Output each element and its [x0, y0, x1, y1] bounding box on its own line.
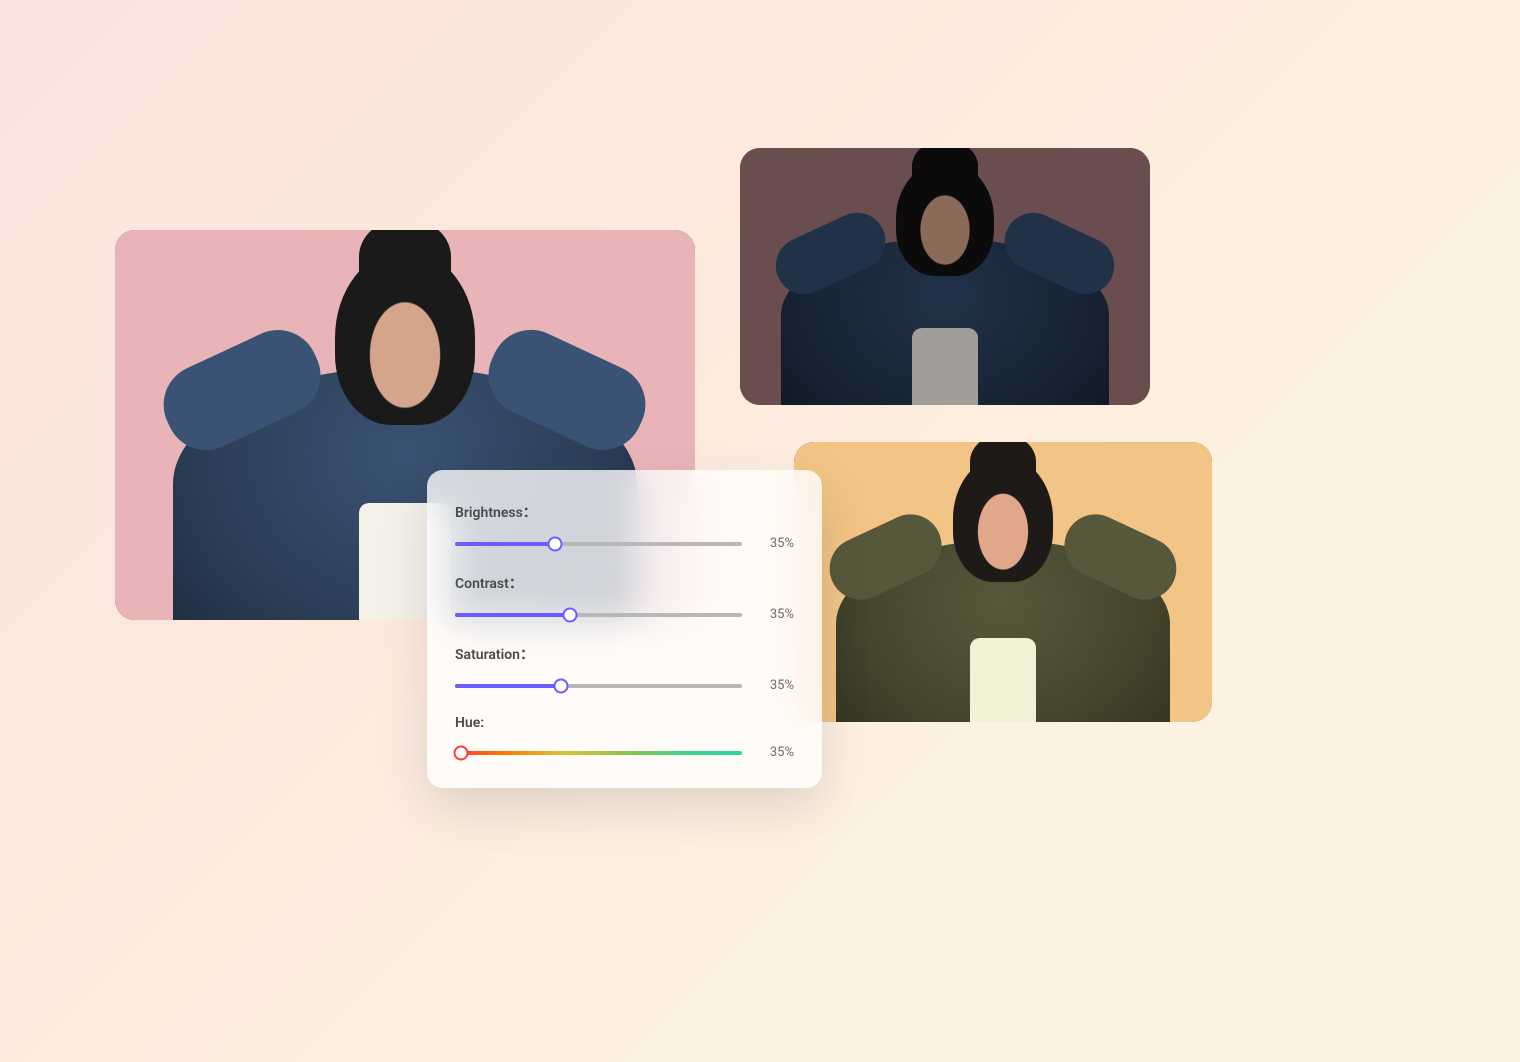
- contrast-thumb[interactable]: [562, 607, 577, 622]
- saturation-value: 35%: [758, 678, 794, 693]
- hue-value: 35%: [758, 745, 794, 760]
- saturation-fill: [455, 684, 561, 688]
- brightness-value: 35%: [758, 536, 794, 551]
- editor-canvas: Brightness： 35% Contrast： 35% Saturation…: [0, 0, 1520, 1062]
- contrast-fill: [455, 613, 570, 617]
- saturation-thumb[interactable]: [554, 678, 569, 693]
- contrast-label: Contrast：: [455, 573, 794, 593]
- saturation-row: Saturation： 35%: [455, 644, 794, 693]
- image-preview-variant-dark[interactable]: [740, 148, 1150, 405]
- hue-thumb[interactable]: [453, 745, 468, 760]
- brightness-fill: [455, 542, 555, 546]
- contrast-value: 35%: [758, 607, 794, 622]
- hue-row: Hue: 35%: [455, 715, 794, 760]
- saturation-label: Saturation：: [455, 644, 794, 664]
- saturation-slider[interactable]: [455, 684, 742, 688]
- brightness-slider[interactable]: [455, 542, 742, 546]
- brightness-label: Brightness：: [455, 502, 794, 522]
- brightness-thumb[interactable]: [548, 536, 563, 551]
- adjustment-panel: Brightness： 35% Contrast： 35% Saturation…: [427, 470, 822, 788]
- brightness-row: Brightness： 35%: [455, 502, 794, 551]
- contrast-slider[interactable]: [455, 613, 742, 617]
- hue-label: Hue:: [455, 715, 794, 731]
- contrast-row: Contrast： 35%: [455, 573, 794, 622]
- image-preview-variant-warm[interactable]: [794, 442, 1212, 722]
- hue-slider[interactable]: [455, 751, 742, 755]
